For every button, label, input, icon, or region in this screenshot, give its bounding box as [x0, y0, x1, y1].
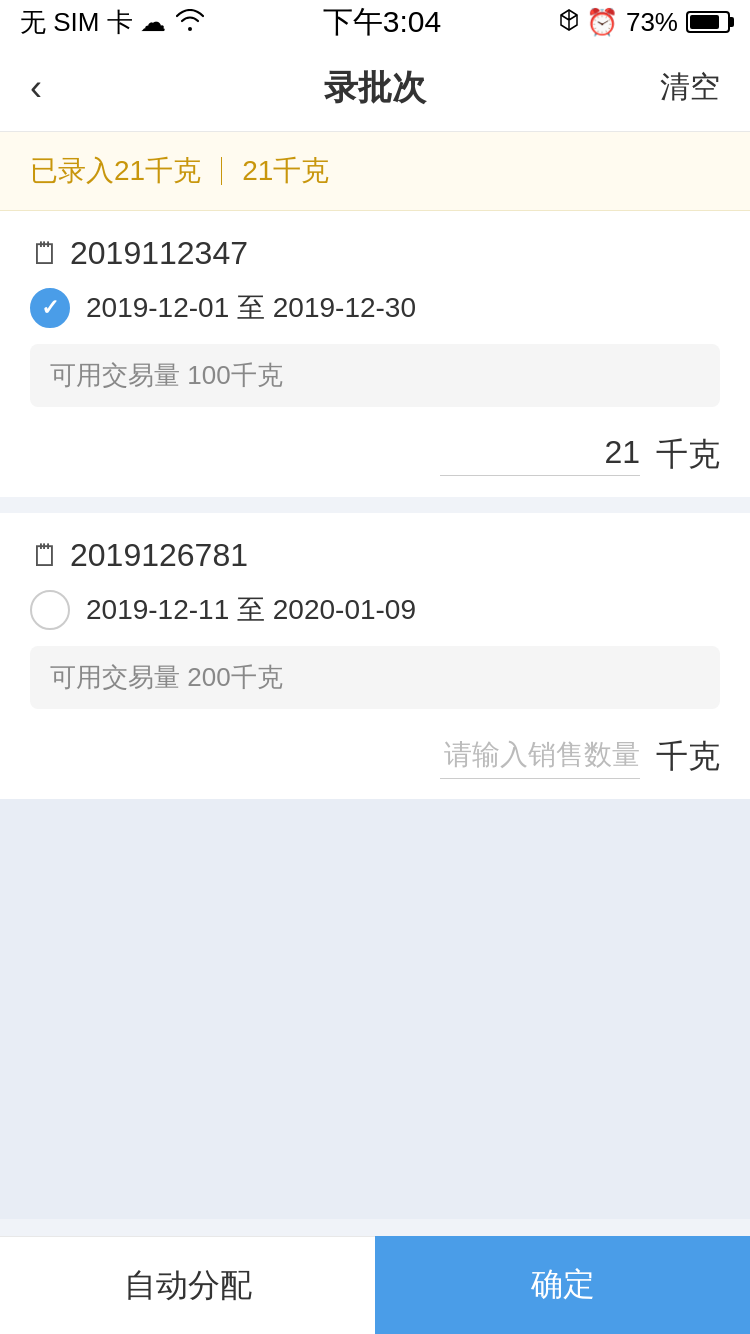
batch-date-1: 2019-12-01 至 2019-12-30: [86, 289, 416, 327]
batch-id-1: 2019112347: [70, 235, 248, 272]
avail-row-2: 可用交易量 200千克: [30, 646, 720, 709]
check-icon-1: ✓: [41, 295, 59, 321]
summary-bar: 已录入21千克 21千克: [0, 132, 750, 211]
batch-date-2: 2019-12-11 至 2020-01-09: [86, 591, 416, 629]
qty-row-1: 21 千克: [0, 417, 750, 497]
qty-value-1: 21: [604, 434, 640, 471]
batch-date-row-1: ✓ 2019-12-01 至 2019-12-30: [0, 282, 750, 334]
qty-row-2: 请输入销售数量 千克: [0, 719, 750, 799]
avail-text-1: 可用交易量 100千克: [50, 360, 283, 390]
alarm-icon: ⏰: [586, 7, 618, 38]
battery-icon: [686, 11, 730, 33]
batch-date-row-2: 2019-12-11 至 2020-01-09: [0, 584, 750, 636]
batch-radio-2[interactable]: [30, 590, 70, 630]
batch-item-1: 🗒 2019112347 ✓ 2019-12-01 至 2019-12-30 可…: [0, 211, 750, 497]
section-separator: [0, 497, 750, 513]
batch-item-2: 🗒 2019126781 2019-12-11 至 2020-01-09 可用交…: [0, 513, 750, 799]
status-bar: 无 SIM 卡 ☁ 下午3:04 ⏰ 73%: [0, 0, 750, 44]
nav-bar: ‹ 录批次 清空: [0, 44, 750, 132]
page-title: 录批次: [324, 65, 426, 111]
batch-doc-icon-1: 🗒: [30, 237, 60, 271]
confirm-button[interactable]: 确定: [375, 1236, 750, 1334]
recorded-amount: 已录入21千克: [30, 152, 201, 190]
batch-header-1: 🗒 2019112347: [0, 211, 750, 282]
qty-unit-2: 千克: [656, 735, 720, 779]
back-button[interactable]: ‹: [30, 67, 90, 109]
status-time: 下午3:04: [323, 2, 441, 43]
location-icon: [560, 7, 578, 38]
batch-radio-1[interactable]: ✓: [30, 288, 70, 328]
footer: 自动分配 确定: [0, 1236, 750, 1334]
empty-area: [0, 799, 750, 1219]
avail-row-1: 可用交易量 100千克: [30, 344, 720, 407]
qty-placeholder-2: 请输入销售数量: [444, 736, 640, 774]
wifi-icon: [176, 7, 204, 38]
total-amount: 21千克: [242, 152, 329, 190]
batch-header-2: 🗒 2019126781: [0, 513, 750, 584]
qty-unit-1: 千克: [656, 433, 720, 477]
batch-id-2: 2019126781: [70, 537, 248, 574]
no-sim-text: 无 SIM 卡 ☁: [20, 5, 166, 40]
auto-distribute-button[interactable]: 自动分配: [0, 1236, 375, 1334]
status-left: 无 SIM 卡 ☁: [20, 5, 204, 40]
qty-input-wrap-2[interactable]: 请输入销售数量: [440, 736, 640, 779]
qty-input-wrap-1[interactable]: 21: [440, 434, 640, 476]
battery-percent: 73%: [626, 7, 678, 38]
summary-divider: [221, 157, 222, 185]
clear-button[interactable]: 清空: [660, 67, 720, 108]
avail-text-2: 可用交易量 200千克: [50, 662, 283, 692]
batch-doc-icon-2: 🗒: [30, 539, 60, 573]
status-right: ⏰ 73%: [560, 7, 730, 38]
